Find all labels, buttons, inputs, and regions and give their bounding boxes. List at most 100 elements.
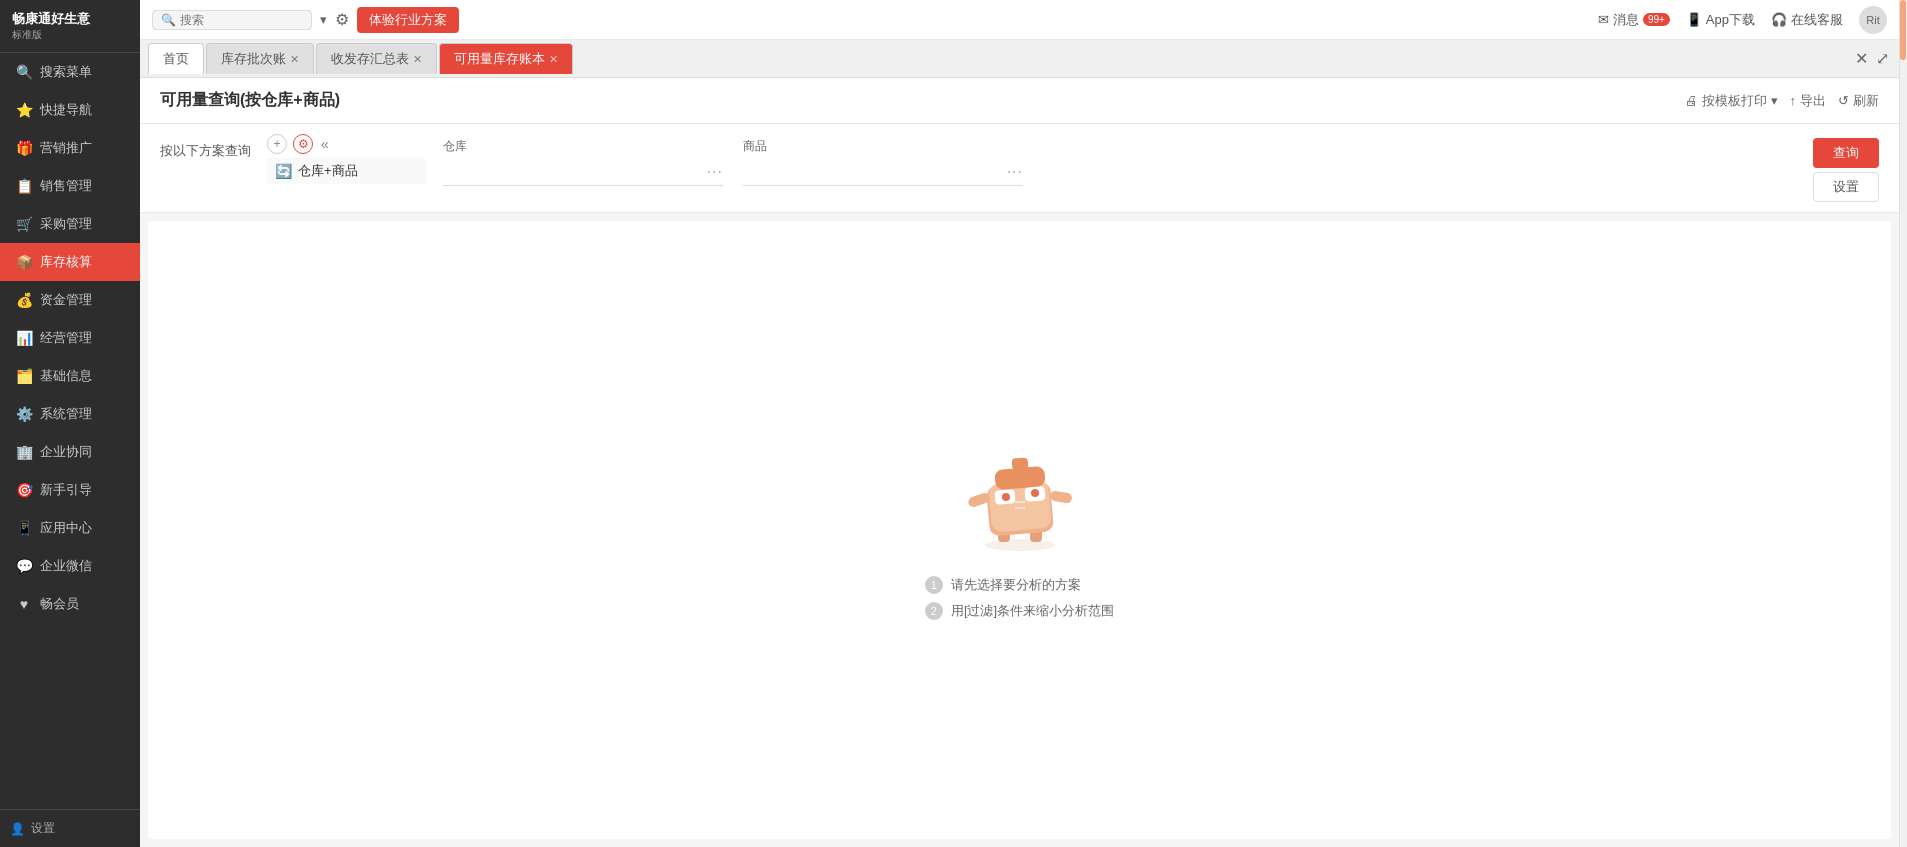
online-service-button[interactable]: 🎧 在线客服 (1771, 11, 1843, 29)
filter-field-warehouse: 仓库 ··· (443, 138, 723, 186)
sidebar-item-system[interactable]: ⚙️ 系统管理 (0, 395, 140, 433)
tab-batch-ledger[interactable]: 库存批次账 ✕ (206, 43, 314, 74)
manage-scheme-button[interactable]: ⚙ (293, 134, 313, 154)
app-download-label: App下载 (1706, 11, 1755, 29)
scrollbar-thumb[interactable] (1900, 0, 1906, 60)
page-header-actions: 🖨 按模板打印 ▾ ↑ 导出 ↺ 刷新 (1685, 92, 1880, 110)
collapse-button[interactable]: « (319, 134, 331, 154)
sidebar-item-label: 资金管理 (40, 291, 92, 309)
sidebar-item-basic-info[interactable]: 🗂️ 基础信息 (0, 357, 140, 395)
close-icon[interactable]: ✕ (549, 53, 558, 66)
main-area: 🔍 ▾ ⚙ 体验行业方案 ✉ 消息 99+ 📱 App下载 🎧 在线客服 Rit (140, 0, 1899, 847)
collect-summary-tab-label: 收发存汇总表 (331, 50, 409, 68)
warehouse-input[interactable] (443, 165, 703, 180)
search-icon: 🔍 (16, 64, 32, 80)
template-print-label: 按模板打印 (1702, 92, 1767, 110)
query-button[interactable]: 查询 (1813, 138, 1879, 168)
empty-state: 1 请先选择要分析的方案 2 用[过滤]条件来缩小分析范围 (148, 221, 1891, 839)
query-panel: 按以下方案查询 + ⚙ « 🔄 仓库+商品 仓库 (140, 124, 1899, 213)
list-icon: 📋 (16, 178, 32, 194)
warehouse-picker-icon[interactable]: ··· (707, 163, 723, 181)
scheme-item-warehouse-goods[interactable]: 🔄 仓库+商品 (267, 158, 427, 184)
industry-solution-button[interactable]: 体验行业方案 (357, 7, 459, 33)
sidebar-item-label: 基础信息 (40, 367, 92, 385)
sidebar-item-marketing[interactable]: 🎁 营销推广 (0, 129, 140, 167)
sidebar-item-sales[interactable]: 📋 销售管理 (0, 167, 140, 205)
add-scheme-button[interactable]: + (267, 134, 287, 154)
search-input[interactable] (180, 13, 303, 27)
sidebar-item-shortcut[interactable]: ⭐ 快捷导航 (0, 91, 140, 129)
svg-rect-9 (966, 492, 990, 509)
tip-text-2: 用[过滤]条件来缩小分析范围 (951, 602, 1114, 620)
message-badge: 99+ (1643, 13, 1670, 26)
tab-available-ledger[interactable]: 可用量库存账本 ✕ (439, 43, 573, 74)
close-icon[interactable]: ✕ (413, 53, 422, 66)
app-download-button[interactable]: 📱 App下载 (1686, 11, 1755, 29)
sidebar-item-app-center[interactable]: 📱 应用中心 (0, 509, 140, 547)
tab-collect-summary[interactable]: 收发存汇总表 ✕ (316, 43, 437, 74)
tab-close-all: ✕ ⤢ (1853, 47, 1891, 70)
sidebar-item-label: 系统管理 (40, 405, 92, 423)
gear-icon[interactable]: ⚙ (335, 10, 349, 29)
download-icon: 📱 (1686, 12, 1702, 27)
sidebar-item-operations[interactable]: 📊 经营管理 (0, 319, 140, 357)
goods-picker-icon[interactable]: ··· (1007, 163, 1023, 181)
empty-svg (960, 440, 1080, 560)
chat-icon: 💬 (16, 558, 32, 574)
tab-home[interactable]: 首页 (148, 43, 204, 74)
empty-tip-2: 2 用[过滤]条件来缩小分析范围 (925, 602, 1114, 620)
target-icon: 🎯 (16, 482, 32, 498)
message-label: 消息 (1613, 11, 1639, 29)
headset-icon: 🎧 (1771, 12, 1787, 27)
right-scrollbar[interactable] (1899, 0, 1907, 847)
expand-icon[interactable]: ⤢ (1874, 47, 1891, 70)
sidebar-item-label: 企业协同 (40, 443, 92, 461)
sidebar-header: 畅康通好生意 标准版 (0, 0, 140, 53)
sidebar-item-search[interactable]: 🔍 搜索菜单 (0, 53, 140, 91)
sidebar-footer[interactable]: 👤 设置 (0, 809, 140, 847)
topbar-search[interactable]: 🔍 (152, 10, 312, 30)
refresh-label: 刷新 (1853, 92, 1879, 110)
query-scheme-header: + ⚙ « (267, 134, 427, 154)
page-header: 可用量查询(按仓库+商品) 🖨 按模板打印 ▾ ↑ 导出 ↺ 刷新 (140, 78, 1899, 124)
svg-point-7 (1002, 493, 1010, 501)
avatar[interactable]: Rit (1859, 6, 1887, 34)
tip-number-2: 2 (925, 602, 943, 620)
chevron-down-icon[interactable]: ▾ (1771, 93, 1778, 108)
svg-point-0 (985, 539, 1055, 551)
query-row: 按以下方案查询 + ⚙ « 🔄 仓库+商品 仓库 (160, 134, 1879, 202)
sidebar: 畅康通好生意 标准版 🔍 搜索菜单 ⭐ 快捷导航 🎁 营销推广 📋 销售管理 🛒… (0, 0, 140, 847)
sidebar-item-enterprise-wx[interactable]: 💬 企业微信 (0, 547, 140, 585)
template-print-button[interactable]: 🖨 按模板打印 ▾ (1685, 92, 1778, 110)
goods-input[interactable] (743, 165, 1003, 180)
empty-tip-1: 1 请先选择要分析的方案 (925, 576, 1114, 594)
sidebar-item-label: 经营管理 (40, 329, 92, 347)
sidebar-item-newbie[interactable]: 🎯 新手引导 (0, 471, 140, 509)
sidebar-item-label: 应用中心 (40, 519, 92, 537)
export-icon: ↑ (1790, 93, 1797, 108)
sidebar-item-label: 销售管理 (40, 177, 92, 195)
close-icon[interactable]: ✕ (290, 53, 299, 66)
settings-button[interactable]: 设置 (1813, 172, 1879, 202)
sidebar-item-label: 库存核算 (40, 253, 92, 271)
filter-field-goods: 商品 ··· (743, 138, 1023, 186)
goods-field-input: ··· (743, 159, 1023, 186)
sidebar-item-finance[interactable]: 💰 资金管理 (0, 281, 140, 319)
close-all-icon[interactable]: ✕ (1853, 47, 1870, 70)
page-title: 可用量查询(按仓库+商品) (160, 90, 340, 111)
warehouse-field-input: ··· (443, 159, 723, 186)
export-button[interactable]: ↑ 导出 (1790, 92, 1827, 110)
topbar-right: ✉ 消息 99+ 📱 App下载 🎧 在线客服 Rit (1598, 6, 1887, 34)
money-icon: 💰 (16, 292, 32, 308)
message-button[interactable]: ✉ 消息 99+ (1598, 11, 1670, 29)
sidebar-item-inventory[interactable]: 📦 库存核算 (0, 243, 140, 281)
sidebar-item-vip[interactable]: ♥ 畅会员 (0, 585, 140, 623)
home-tab-label: 首页 (163, 50, 189, 68)
refresh-button[interactable]: ↺ 刷新 (1838, 92, 1879, 110)
sidebar-item-enterprise[interactable]: 🏢 企业协同 (0, 433, 140, 471)
query-label: 按以下方案查询 (160, 134, 251, 160)
export-label: 导出 (1800, 92, 1826, 110)
folder-icon: 🗂️ (16, 368, 32, 384)
sidebar-item-purchase[interactable]: 🛒 采购管理 (0, 205, 140, 243)
chevron-down-icon[interactable]: ▾ (320, 12, 327, 27)
